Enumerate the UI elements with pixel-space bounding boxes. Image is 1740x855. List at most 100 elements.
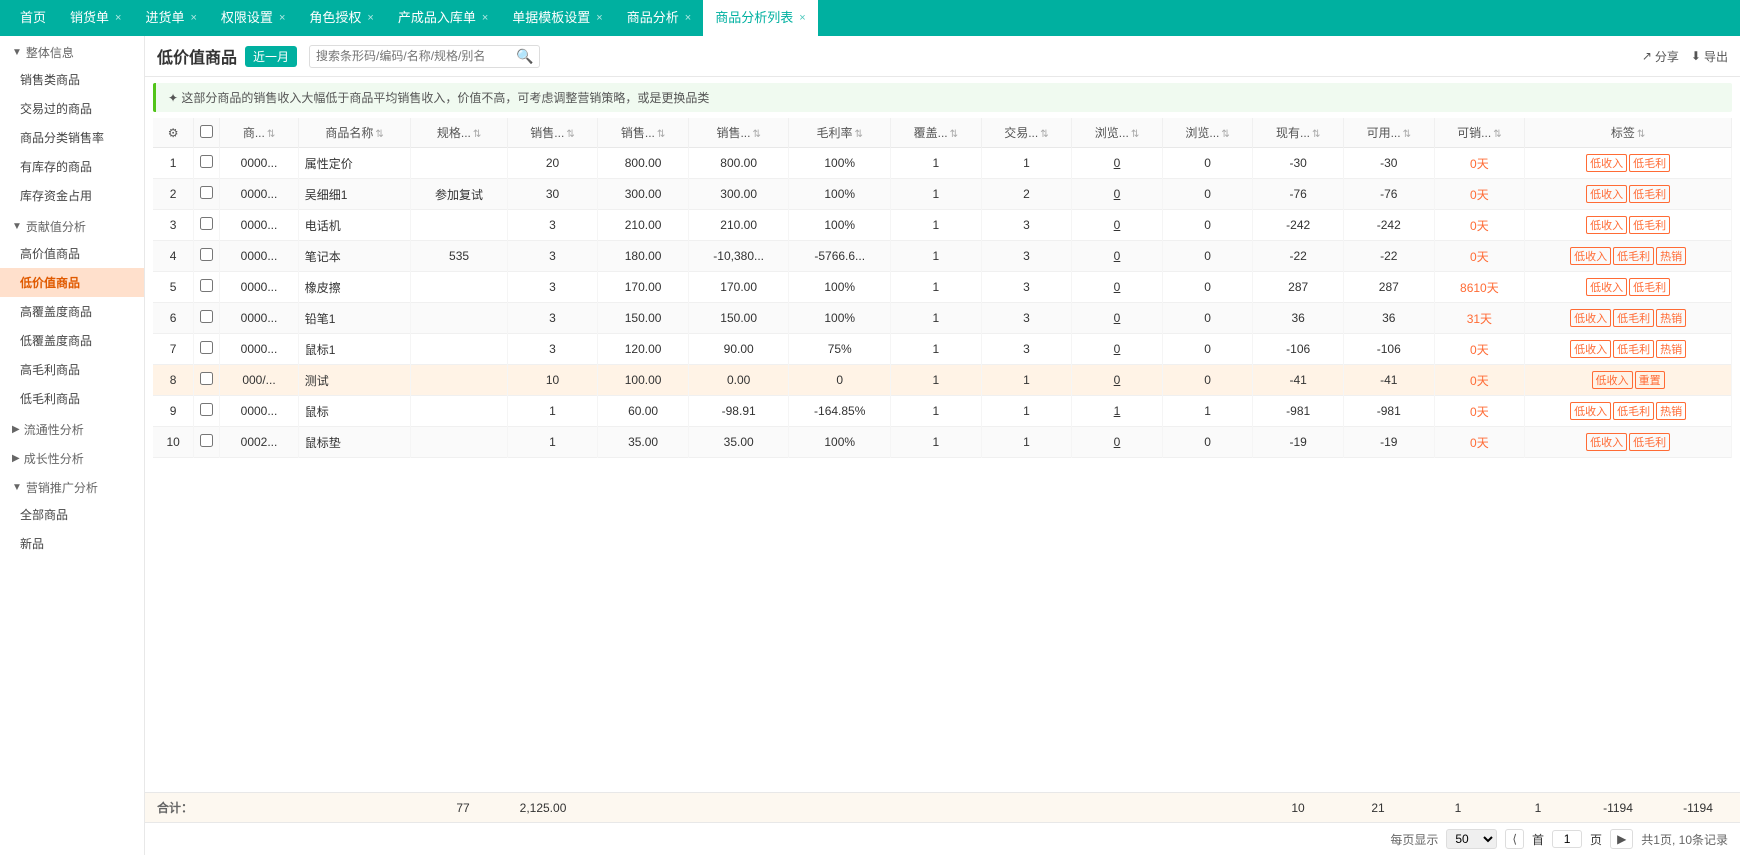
sidebar-item-sales-products[interactable]: 销售类商品 <box>0 65 144 94</box>
cell-browse1[interactable]: 0 <box>1072 427 1163 458</box>
cell-browse1[interactable]: 0 <box>1072 179 1163 210</box>
nav-role-auth[interactable]: 角色授权 × <box>297 0 385 36</box>
browse-link[interactable]: 0 <box>1114 311 1121 325</box>
cell-browse1[interactable]: 0 <box>1072 210 1163 241</box>
sidebar-item-low-value[interactable]: 低价值商品 <box>0 268 144 297</box>
row-checkbox[interactable] <box>200 341 213 354</box>
close-icon[interactable]: × <box>799 0 805 36</box>
nav-permission-settings[interactable]: 权限设置 × <box>209 0 297 36</box>
sidebar-group-growth[interactable]: ▶ 成长性分析 <box>0 442 144 471</box>
sidebar-group-circulation[interactable]: ▶ 流通性分析 <box>0 413 144 442</box>
page-size-select[interactable]: 50 100 <box>1446 829 1497 849</box>
close-icon[interactable]: × <box>482 0 488 36</box>
column-setting[interactable]: ⚙ <box>153 118 194 148</box>
date-filter-button[interactable]: 近一月 <box>245 46 297 67</box>
row-checkbox[interactable] <box>200 403 213 416</box>
select-all-checkbox[interactable] <box>200 125 213 138</box>
cell-browse1[interactable]: 0 <box>1072 365 1163 396</box>
column-saleable[interactable]: 可销...⇅ <box>1434 118 1525 148</box>
nav-product-analysis-list[interactable]: 商品分析列表 × <box>703 0 817 36</box>
sidebar-item-high-coverage[interactable]: 高覆盖度商品 <box>0 297 144 326</box>
nav-product-warehousing[interactable]: 产成品入库单 × <box>386 0 500 36</box>
nav-sales-order[interactable]: 销货单 × <box>58 0 133 36</box>
nav-purchase-order[interactable]: 进货单 × <box>133 0 208 36</box>
browse-link[interactable]: 0 <box>1114 435 1121 449</box>
column-browse2[interactable]: 浏览...⇅ <box>1162 118 1253 148</box>
cell-checkbox[interactable] <box>194 272 220 303</box>
cell-checkbox[interactable] <box>194 241 220 272</box>
nav-home[interactable]: 首页 <box>8 0 58 36</box>
browse-link[interactable]: 0 <box>1114 187 1121 201</box>
cell-browse1[interactable]: 0 <box>1072 241 1163 272</box>
browse-link[interactable]: 0 <box>1114 342 1121 356</box>
cell-checkbox[interactable] <box>194 334 220 365</box>
sidebar-item-traded-products[interactable]: 交易过的商品 <box>0 94 144 123</box>
close-icon[interactable]: × <box>279 0 285 36</box>
browse-link[interactable]: 0 <box>1114 373 1121 387</box>
sidebar-item-high-margin[interactable]: 高毛利商品 <box>0 355 144 384</box>
cell-checkbox[interactable] <box>194 179 220 210</box>
row-checkbox[interactable] <box>200 434 213 447</box>
cell-sale-price: 800.00 <box>688 148 789 179</box>
sidebar-item-new-products[interactable]: 新品 <box>0 529 144 558</box>
sidebar-item-stocked-products[interactable]: 有库存的商品 <box>0 152 144 181</box>
close-icon[interactable]: × <box>190 0 196 36</box>
column-available[interactable]: 可用...⇅ <box>1343 118 1434 148</box>
cell-checkbox[interactable] <box>194 210 220 241</box>
column-current-stock[interactable]: 现有...⇅ <box>1253 118 1344 148</box>
row-checkbox[interactable] <box>200 372 213 385</box>
cell-browse1[interactable]: 0 <box>1072 334 1163 365</box>
column-sale-price[interactable]: 销售...⇅ <box>688 118 789 148</box>
close-icon[interactable]: × <box>115 0 121 36</box>
row-checkbox[interactable] <box>200 186 213 199</box>
sidebar-item-stock-capital[interactable]: 库存资金占用 <box>0 181 144 210</box>
row-checkbox[interactable] <box>200 279 213 292</box>
cell-checkbox[interactable] <box>194 396 220 427</box>
search-input[interactable] <box>316 49 516 63</box>
cell-browse1[interactable]: 0 <box>1072 148 1163 179</box>
browse-link[interactable]: 0 <box>1114 280 1121 294</box>
column-tags[interactable]: 标签⇅ <box>1525 118 1732 148</box>
row-checkbox[interactable] <box>200 248 213 261</box>
current-page-input[interactable] <box>1552 830 1582 848</box>
close-icon[interactable]: × <box>596 0 602 36</box>
cell-checkbox[interactable] <box>194 148 220 179</box>
browse-link[interactable]: 0 <box>1114 156 1121 170</box>
sidebar-item-category-sales-rate[interactable]: 商品分类销售率 <box>0 123 144 152</box>
export-button[interactable]: ⬇ 导出 <box>1691 48 1728 65</box>
search-icon[interactable]: 🔍 <box>516 48 533 65</box>
row-checkbox[interactable] <box>200 155 213 168</box>
column-transaction[interactable]: 交易...⇅ <box>981 118 1072 148</box>
column-gross-margin[interactable]: 毛利率⇅ <box>789 118 891 148</box>
cell-browse1[interactable]: 1 <box>1072 396 1163 427</box>
nav-template-settings[interactable]: 单据模板设置 × <box>500 0 614 36</box>
column-name[interactable]: 商品名称⇅ <box>298 118 411 148</box>
sidebar-item-all-products[interactable]: 全部商品 <box>0 500 144 529</box>
close-icon[interactable]: × <box>367 0 373 36</box>
close-icon[interactable]: × <box>685 0 691 36</box>
cell-checkbox[interactable] <box>194 365 220 396</box>
sidebar-item-low-coverage[interactable]: 低覆盖度商品 <box>0 326 144 355</box>
column-sale-amt[interactable]: 销售...⇅ <box>598 118 689 148</box>
cell-checkbox[interactable] <box>194 303 220 334</box>
row-checkbox[interactable] <box>200 217 213 230</box>
first-page-button[interactable]: ⟨ <box>1505 829 1524 849</box>
column-coverage[interactable]: 覆盖...⇅ <box>891 118 982 148</box>
browse-link[interactable]: 0 <box>1114 249 1121 263</box>
sidebar-item-high-value[interactable]: 高价值商品 <box>0 239 144 268</box>
column-browse1[interactable]: 浏览...⇅ <box>1072 118 1163 148</box>
browse-link[interactable]: 0 <box>1114 218 1121 232</box>
sidebar-item-low-margin[interactable]: 低毛利商品 <box>0 384 144 413</box>
column-code[interactable]: 商...⇅ <box>220 118 298 148</box>
share-button[interactable]: ↗ 分享 <box>1642 48 1679 65</box>
column-checkbox[interactable] <box>194 118 220 148</box>
cell-checkbox[interactable] <box>194 427 220 458</box>
nav-product-analysis[interactable]: 商品分析 × <box>615 0 703 36</box>
next-page-button[interactable]: ▶ <box>1610 829 1633 849</box>
column-spec[interactable]: 规格...⇅ <box>411 118 507 148</box>
row-checkbox[interactable] <box>200 310 213 323</box>
column-sale-qty[interactable]: 销售...⇅ <box>507 118 598 148</box>
cell-browse1[interactable]: 0 <box>1072 272 1163 303</box>
browse-link[interactable]: 1 <box>1114 404 1121 418</box>
cell-browse1[interactable]: 0 <box>1072 303 1163 334</box>
